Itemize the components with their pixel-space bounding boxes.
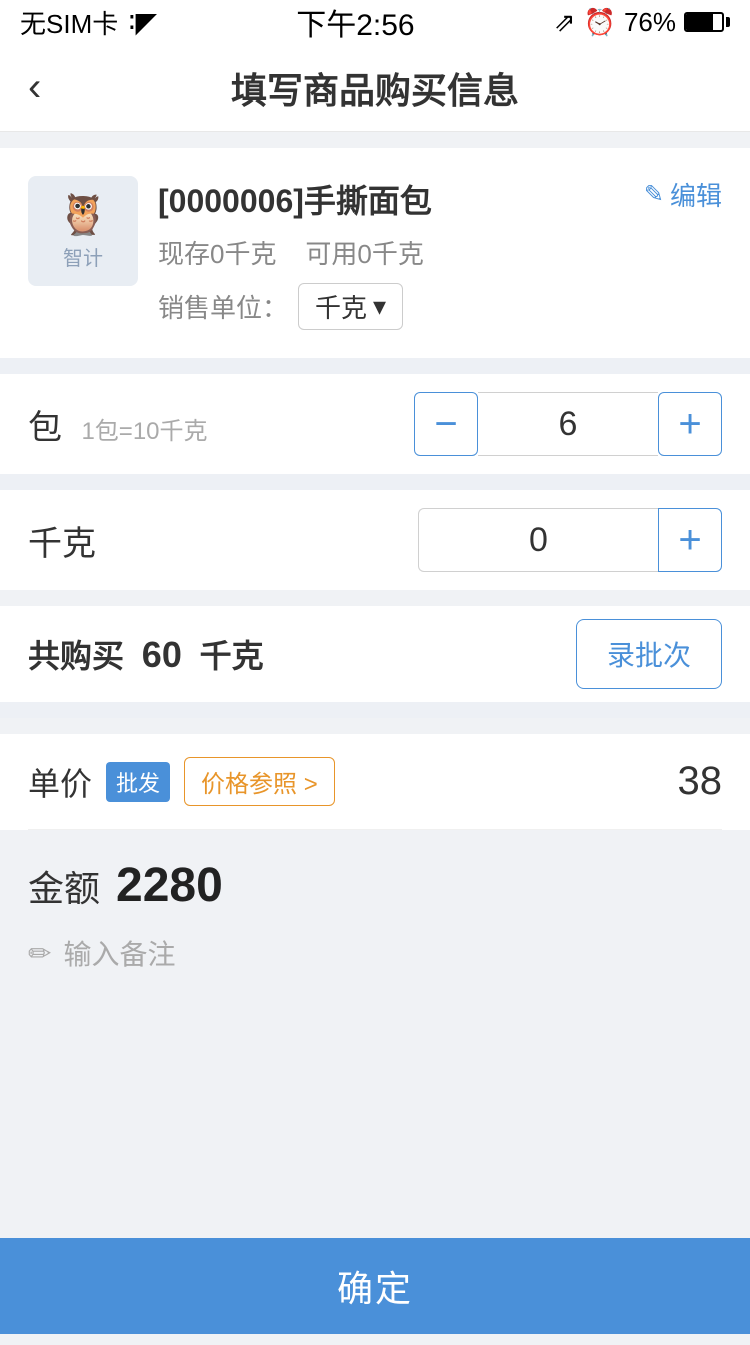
kg-label: 千克 (28, 516, 418, 565)
status-bar: 无SIM卡 ∶◤ 下午2:56 ⇗ ⏰ 76% (0, 0, 750, 44)
total-label: 共购买 60 千克 (28, 631, 576, 677)
status-right: ⇗ ⏰ 76% (554, 7, 730, 38)
edit-icon: ✎ (644, 180, 664, 209)
product-stock: 现存0千克 可用0千克 (158, 234, 722, 271)
total-qty: 60 (142, 634, 182, 675)
product-thumbnail: 🦉 智计 (28, 176, 138, 286)
product-thumb-label: 智计 (63, 242, 103, 271)
bao-label: 包 1包=10千克 (28, 400, 414, 449)
price-badge: 批发 (106, 762, 170, 802)
stock-label: 现存0千克 (158, 239, 276, 269)
bao-input-section: 包 1包=10千克 − + (0, 374, 750, 474)
note-row[interactable]: ✏ 输入备注 (28, 933, 722, 973)
confirm-button[interactable]: 确定 (0, 1238, 750, 1334)
back-button[interactable]: ‹ (28, 65, 41, 110)
kg-qty-control: + (418, 508, 722, 572)
alarm-icon: ⏰ (584, 7, 616, 38)
empty-space (0, 989, 750, 1249)
bao-minus-button[interactable]: − (414, 392, 478, 456)
price-reference-button[interactable]: 价格参照 > (184, 757, 335, 806)
unit-select[interactable]: 千克 ▾ (298, 283, 403, 330)
carrier-label: 无SIM卡 (20, 4, 118, 41)
section-divider-2 (0, 474, 750, 490)
amount-value: 2280 (116, 858, 223, 913)
battery-percent: 76% (624, 7, 676, 38)
section-divider-1 (0, 358, 750, 374)
product-info: [0000006]手撕面包 现存0千克 可用0千克 销售单位： 千克 ▾ (158, 176, 722, 330)
record-batch-button[interactable]: 录批次 (576, 619, 722, 689)
battery-icon (684, 12, 730, 32)
price-section: 单价 批发 价格参照 > 38 (0, 734, 750, 830)
product-name: [0000006]手撕面包 (158, 176, 722, 222)
bao-row: 包 1包=10千克 − + (28, 374, 722, 474)
product-unit-row: 销售单位： 千克 ▾ (158, 283, 722, 330)
chevron-down-icon: ▾ (373, 291, 386, 322)
price-value: 38 (678, 759, 723, 804)
kg-row: 千克 + (28, 490, 722, 590)
kg-plus-button[interactable]: + (658, 508, 722, 572)
bao-input[interactable] (478, 392, 658, 456)
amount-row: 金额 2280 (28, 858, 722, 913)
wifi-icon: ∶◤ (128, 6, 157, 39)
product-thumb-icon: 🦉 (58, 191, 108, 238)
amount-label: 金额 (28, 860, 100, 912)
pencil-icon: ✏ (28, 937, 51, 970)
edit-label: 编辑 (670, 176, 722, 213)
clock: 下午2:56 (296, 0, 414, 44)
product-card: 🦉 智计 [0000006]手撕面包 现存0千克 可用0千克 销售单位： 千克 … (0, 148, 750, 358)
location-icon: ⇗ (554, 7, 576, 38)
page-title: 填写商品购买信息 (231, 62, 519, 114)
amount-section: 金额 2280 ✏ 输入备注 (0, 830, 750, 989)
available-label: 可用0千克 (305, 239, 423, 269)
note-placeholder: 输入备注 (63, 933, 175, 973)
price-label: 单价 (28, 759, 92, 805)
status-left: 无SIM卡 ∶◤ (20, 4, 157, 41)
nav-bar: ‹ 填写商品购买信息 (0, 44, 750, 132)
bao-qty-control: − + (414, 392, 722, 456)
kg-input[interactable] (418, 508, 658, 572)
price-ref-label: 价格参照 > (201, 764, 318, 799)
price-row: 单价 批发 价格参照 > 38 (28, 734, 722, 830)
section-divider-3 (0, 702, 750, 718)
total-section: 共购买 60 千克 录批次 (0, 606, 750, 702)
edit-button[interactable]: ✎ 编辑 (644, 176, 722, 213)
bao-sublabel: 1包=10千克 (81, 418, 207, 445)
bao-plus-button[interactable]: + (658, 392, 722, 456)
unit-label: 销售单位： (158, 288, 288, 325)
unit-value: 千克 (315, 288, 367, 325)
kg-input-section: 千克 + (0, 490, 750, 590)
